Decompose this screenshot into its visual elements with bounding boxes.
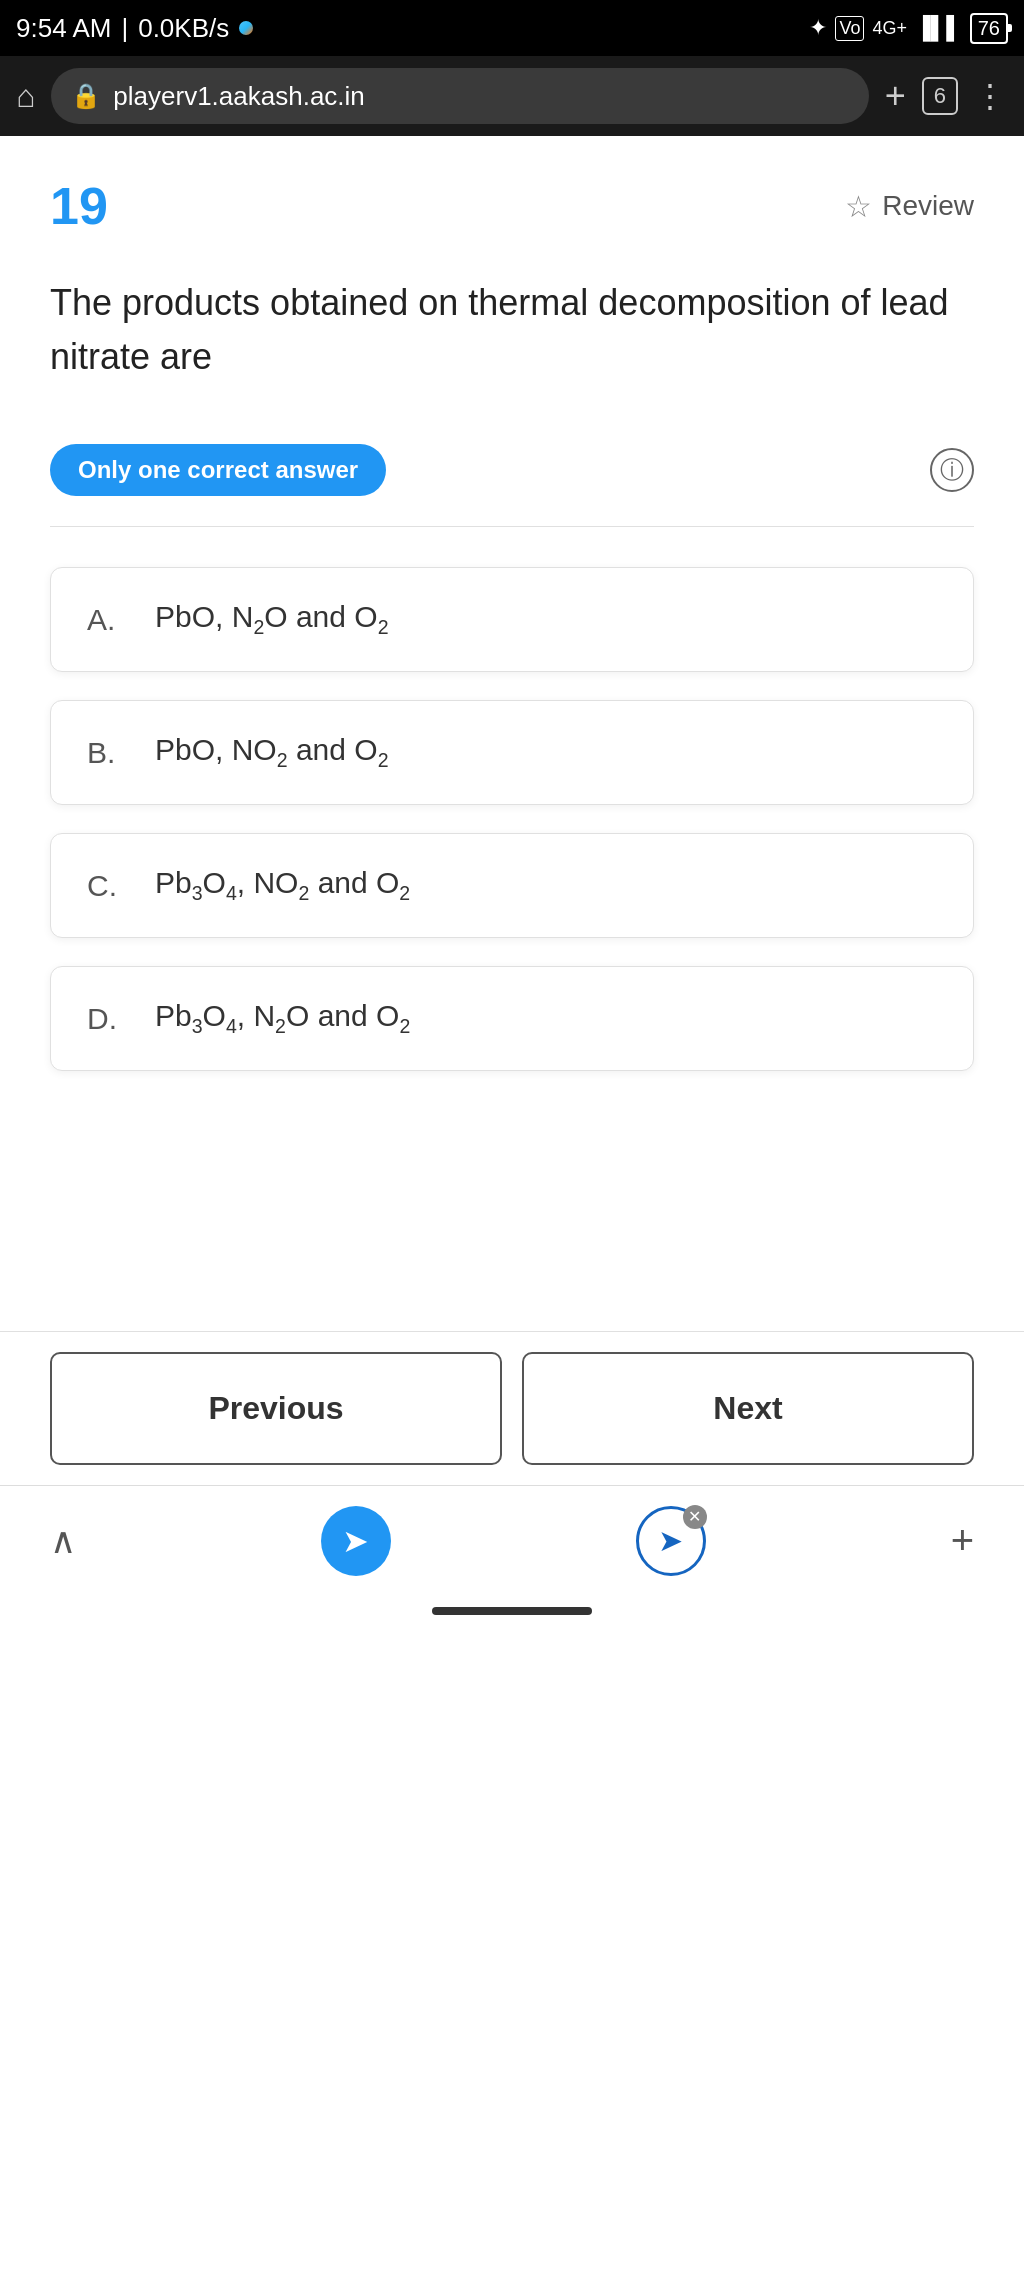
- browser-bar: ⌂ 🔒 playerv1.aakash.ac.in + 6 ⋮: [0, 56, 1024, 136]
- option-d-text: Pb3O4, N2O and O2: [155, 999, 410, 1038]
- network-type-icon: 4G+: [872, 18, 907, 39]
- url-bar[interactable]: 🔒 playerv1.aakash.ac.in: [51, 68, 868, 124]
- new-tab-button[interactable]: +: [885, 75, 906, 117]
- status-right: ✦ Vo 4G+ ▐▌▌ 76: [809, 13, 1008, 44]
- lock-icon: 🔒: [71, 82, 101, 110]
- star-icon: ☆: [845, 189, 872, 224]
- question-number: 19: [50, 176, 108, 236]
- option-c[interactable]: C. Pb3O4, NO2 and O2: [50, 833, 974, 938]
- more-options-button[interactable]: ⋮: [974, 77, 1008, 115]
- collapse-button[interactable]: ∧: [50, 1520, 76, 1562]
- review-button[interactable]: ☆ Review: [845, 189, 974, 224]
- inner-arrow-icon: ➤: [658, 1523, 683, 1558]
- url-text: playerv1.aakash.ac.in: [113, 81, 848, 112]
- circle-nav-button[interactable]: ➤ ✕: [636, 1506, 706, 1576]
- option-c-text: Pb3O4, NO2 and O2: [155, 866, 410, 905]
- nav-arrow-icon: ➤: [321, 1506, 391, 1576]
- main-content: 19 ☆ Review The products obtained on the…: [0, 136, 1024, 1331]
- home-pill: [432, 1607, 592, 1615]
- option-b[interactable]: B. PbO, NO2 and O2: [50, 700, 974, 805]
- options-container: A. PbO, N2O and O2 B. PbO, NO2 and O2 C.…: [50, 567, 974, 1071]
- review-label: Review: [882, 190, 974, 222]
- data-indicator-dot: [239, 21, 253, 35]
- question-text: The products obtained on thermal decompo…: [50, 276, 974, 384]
- option-b-text: PbO, NO2 and O2: [155, 733, 388, 772]
- close-dot-icon: ✕: [683, 1505, 707, 1529]
- option-a[interactable]: A. PbO, N2O and O2: [50, 567, 974, 672]
- home-icon: ⌂: [16, 78, 35, 115]
- option-c-letter: C.: [87, 869, 127, 903]
- bluetooth-icon: ✦: [809, 15, 827, 41]
- time-display: 9:54 AM: [16, 13, 111, 44]
- answer-type-badge: Only one correct answer: [50, 444, 386, 496]
- add-button[interactable]: +: [951, 1518, 974, 1563]
- option-b-letter: B.: [87, 736, 127, 770]
- next-button[interactable]: Next: [522, 1352, 974, 1465]
- browser-actions: + 6 ⋮: [885, 75, 1008, 117]
- section-divider: [50, 526, 974, 527]
- answer-type-row: Only one correct answer ⓘ: [50, 444, 974, 496]
- option-a-letter: A.: [87, 603, 127, 637]
- navigation-arrow-button[interactable]: ➤: [321, 1506, 391, 1576]
- info-icon: ⓘ: [940, 454, 964, 486]
- status-bar: 9:54 AM | 0.0KB/s ✦ Vo 4G+ ▐▌▌ 76: [0, 0, 1024, 56]
- circle-nav-icon: ➤ ✕: [636, 1506, 706, 1576]
- info-button[interactable]: ⓘ: [930, 448, 974, 492]
- battery-indicator: 76: [970, 13, 1008, 44]
- network-speed: |: [121, 13, 128, 44]
- network-data: 0.0KB/s: [138, 13, 229, 44]
- signal-icon: ▐▌▌: [915, 15, 962, 41]
- bottom-nav-bar: ∧ ➤ ➤ ✕ +: [0, 1485, 1024, 1595]
- option-d-letter: D.: [87, 1002, 127, 1036]
- chevron-up-icon: ∧: [50, 1520, 76, 1562]
- home-indicator: [0, 1595, 1024, 1627]
- plus-icon: +: [951, 1518, 974, 1563]
- content-spacer: [50, 1131, 974, 1331]
- previous-button[interactable]: Previous: [50, 1352, 502, 1465]
- status-left: 9:54 AM | 0.0KB/s: [16, 13, 253, 44]
- question-header: 19 ☆ Review: [50, 176, 974, 236]
- nav-buttons: Previous Next: [0, 1331, 1024, 1485]
- arrow-icon: ➤: [342, 1522, 369, 1560]
- tab-count[interactable]: 6: [922, 77, 958, 115]
- home-button[interactable]: ⌂: [16, 78, 35, 115]
- option-a-text: PbO, N2O and O2: [155, 600, 389, 639]
- option-d[interactable]: D. Pb3O4, N2O and O2: [50, 966, 974, 1071]
- vo-lte-icon: Vo: [835, 16, 864, 41]
